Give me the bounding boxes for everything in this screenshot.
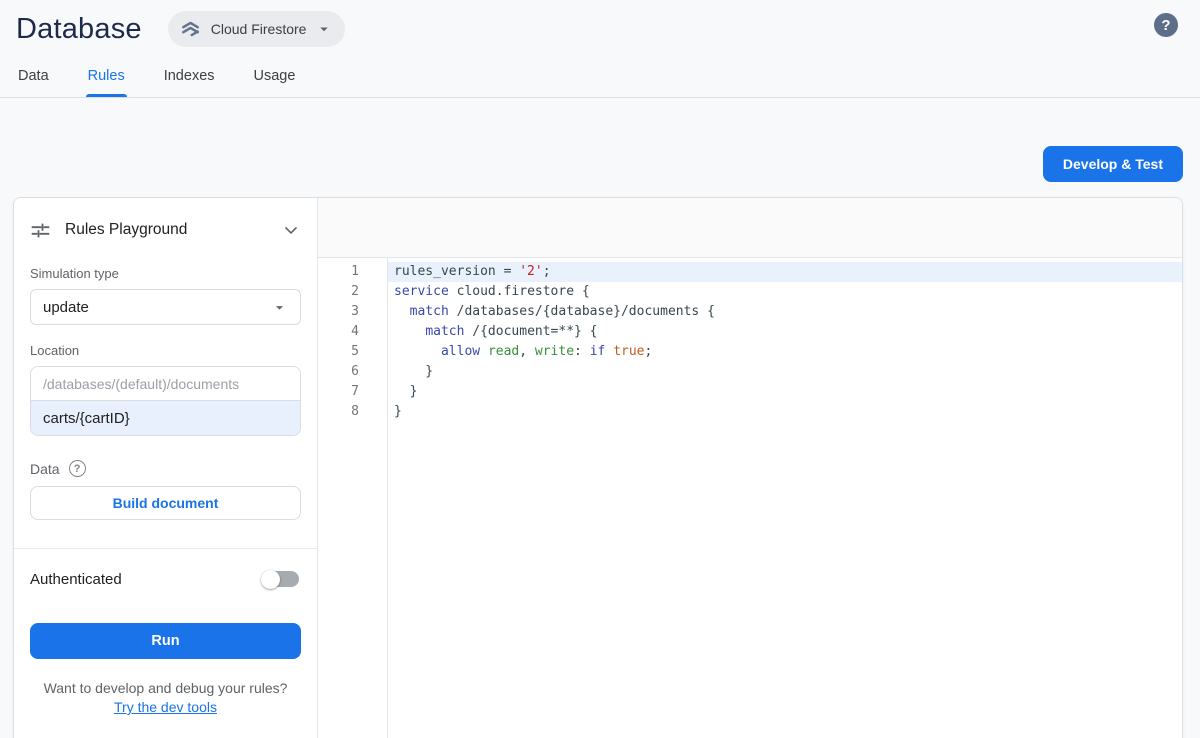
code-line[interactable]: rules_version = '2'; bbox=[388, 262, 1182, 282]
dev-tools-link[interactable]: Try the dev tools bbox=[30, 699, 301, 715]
code-area: 1 2 3 4 5 6 7 8 rules_version = '2'; service clo… bbox=[318, 258, 1182, 738]
data-help-icon[interactable]: ? bbox=[68, 460, 86, 477]
location-path-input[interactable]: carts/{cartID} bbox=[31, 401, 300, 435]
build-document-button[interactable]: Build document bbox=[30, 486, 301, 520]
rules-playground-panel: Rules Playground Simulation type update … bbox=[14, 198, 318, 738]
code-line[interactable]: } bbox=[388, 402, 1182, 422]
line-number-gutter: 1 2 3 4 5 6 7 8 bbox=[318, 258, 388, 738]
authenticated-label: Authenticated bbox=[30, 570, 122, 588]
help-button[interactable]: ? bbox=[1154, 13, 1178, 37]
product-selector-label: Cloud Firestore bbox=[210, 21, 307, 37]
rules-card: Rules Playground Simulation type update … bbox=[13, 197, 1183, 738]
line-number: 2 bbox=[351, 284, 359, 299]
toggle-knob bbox=[261, 569, 280, 589]
line-number: 4 bbox=[351, 324, 359, 339]
code-lines[interactable]: rules_version = '2'; service cloud.firest… bbox=[388, 258, 1182, 738]
tabs: Data Rules Indexes Usage bbox=[0, 59, 1200, 98]
line-number: 8 bbox=[351, 404, 359, 419]
rules-playground-header[interactable]: Rules Playground bbox=[30, 211, 301, 249]
caret-down-icon bbox=[271, 299, 288, 316]
line-number: 3 bbox=[351, 304, 359, 319]
data-label: Data bbox=[30, 460, 60, 477]
code-line[interactable]: allow read, write: if true; bbox=[388, 342, 1182, 362]
simulation-type-label: Simulation type bbox=[30, 266, 119, 281]
line-number: 7 bbox=[351, 384, 359, 399]
rules-playground-title: Rules Playground bbox=[65, 221, 188, 238]
tune-icon bbox=[30, 220, 51, 241]
line-number: 6 bbox=[351, 364, 359, 379]
tab-rules[interactable]: Rules bbox=[85, 59, 127, 97]
code-line[interactable]: } bbox=[388, 362, 1182, 382]
code-line[interactable]: service cloud.firestore { bbox=[388, 282, 1182, 302]
location-base-path[interactable]: /databases/(default)/documents bbox=[31, 367, 300, 401]
line-number: 1 bbox=[351, 264, 359, 279]
firestore-icon bbox=[179, 18, 202, 41]
line-number: 5 bbox=[351, 344, 359, 359]
tab-data[interactable]: Data bbox=[16, 59, 51, 97]
panel-divider bbox=[14, 548, 317, 549]
code-line[interactable]: match /{document=**} { bbox=[388, 322, 1182, 342]
product-selector-dropdown[interactable]: Cloud Firestore bbox=[167, 11, 346, 47]
page-title: Database bbox=[16, 12, 142, 45]
rules-editor: 1 2 3 4 5 6 7 8 rules_version = '2'; service clo… bbox=[318, 198, 1182, 738]
top-bar: Database Cloud Firestore ? bbox=[0, 0, 1200, 50]
tab-indexes[interactable]: Indexes bbox=[162, 59, 217, 97]
simulation-type-value: update bbox=[43, 298, 89, 316]
location-label: Location bbox=[30, 343, 80, 358]
code-line[interactable]: match /databases/{database}/documents { bbox=[388, 302, 1182, 322]
editor-toolbar bbox=[318, 198, 1182, 258]
run-button[interactable]: Run bbox=[30, 623, 301, 659]
question-mark-icon: ? bbox=[1161, 16, 1171, 34]
caret-down-icon bbox=[315, 20, 333, 38]
chevron-down-icon[interactable] bbox=[281, 220, 301, 240]
simulation-type-select[interactable]: update bbox=[30, 289, 301, 325]
location-fields: /databases/(default)/documents carts/{ca… bbox=[30, 366, 301, 436]
develop-test-button[interactable]: Develop & Test bbox=[1042, 146, 1183, 182]
code-line[interactable]: } bbox=[388, 382, 1182, 402]
tab-usage[interactable]: Usage bbox=[252, 59, 298, 97]
authenticated-toggle[interactable] bbox=[261, 569, 299, 589]
dev-tools-text: Want to develop and debug your rules? bbox=[43, 680, 288, 696]
